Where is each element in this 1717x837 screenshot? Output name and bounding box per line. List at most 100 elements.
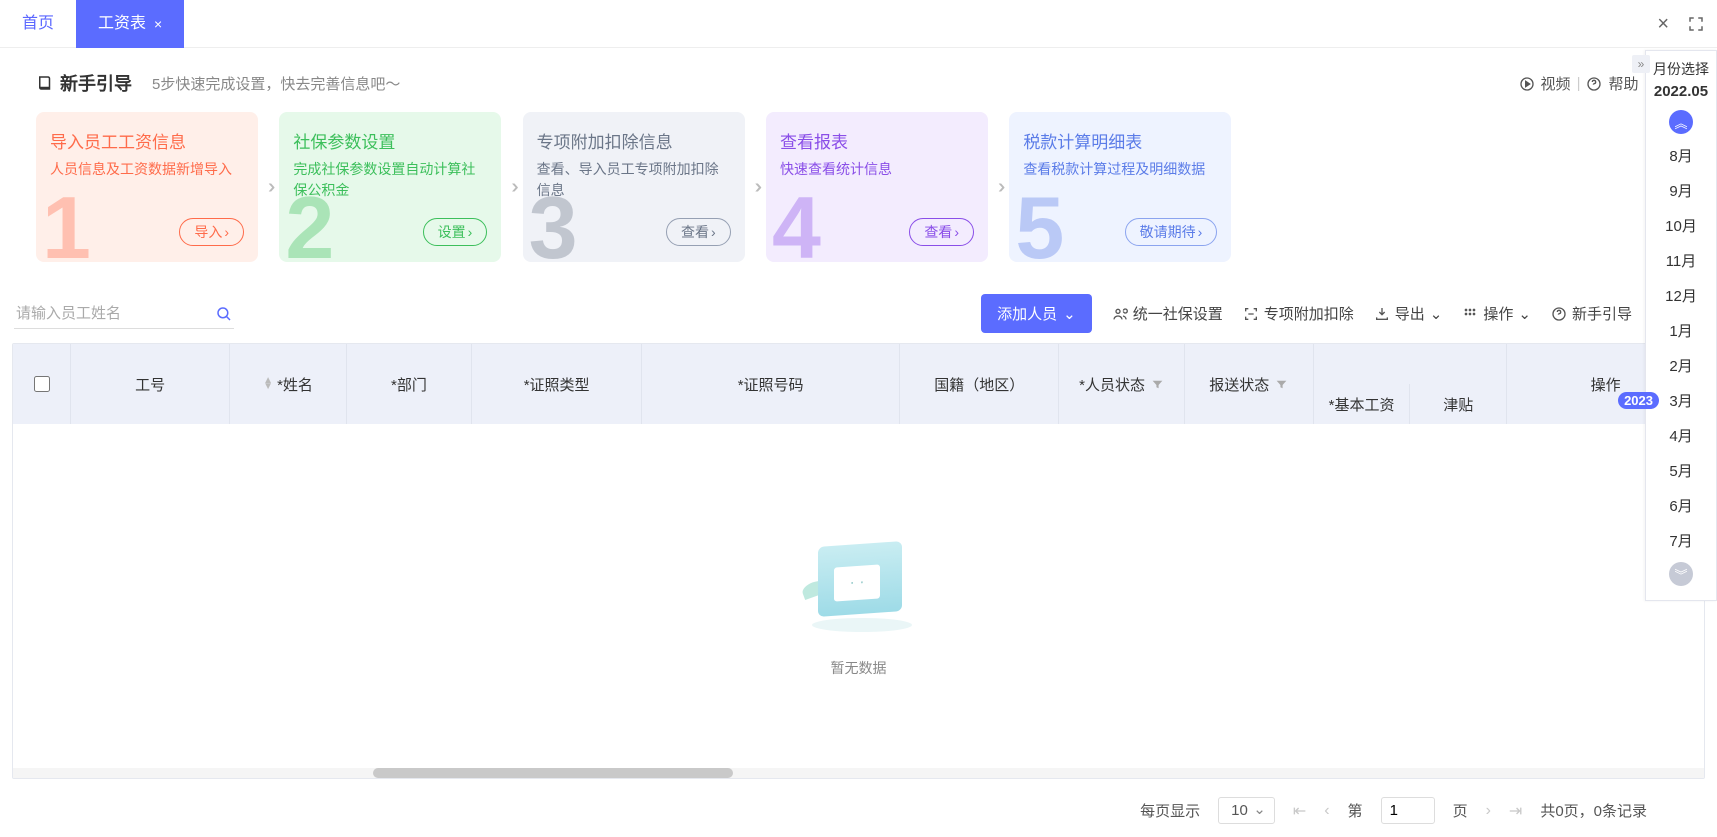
step-5: 税款计算明细表 查看税款计算过程及明细数据 敬请期待› 5	[1009, 112, 1231, 262]
chevron-right-icon: ››	[755, 176, 756, 199]
step-number: 3	[529, 184, 578, 272]
search-wrap	[14, 299, 234, 329]
col-person-status[interactable]: *人员状态	[1059, 344, 1184, 424]
step-4-button[interactable]: 查看›	[909, 218, 974, 246]
page-first-icon[interactable]: ⇤	[1293, 801, 1306, 821]
month-scroll-down-icon[interactable]: ︾	[1669, 562, 1693, 586]
empty-state: · · 暂无数据	[13, 424, 1704, 764]
month-label: 月份选择	[1646, 51, 1716, 81]
step-title: 社保参数设置	[293, 128, 487, 153]
step-number: 2	[285, 184, 334, 272]
operate-link[interactable]: 操作 ⌄	[1462, 303, 1531, 324]
col-base-salary[interactable]: *基本工资	[1314, 384, 1411, 424]
sort-icon[interactable]: ▲▼	[263, 378, 273, 390]
scrollbar-thumb[interactable]	[373, 768, 733, 778]
guide-link[interactable]: 新手引导	[1551, 303, 1632, 324]
month-item[interactable]: 8月	[1646, 138, 1716, 173]
month-panel: » 月份选择 2022.05 ︽ 8月9月10月11月12月1月2月3月4月5月…	[1645, 50, 1717, 601]
step-number: 5	[1015, 184, 1064, 272]
chevron-right-icon: ›	[1198, 224, 1203, 240]
social-settings-link[interactable]: 统一社保设置	[1112, 303, 1223, 324]
step-3: 专项附加扣除信息 查看、导入员工专项附加扣除信息 查看› 3	[523, 112, 745, 262]
close-icon[interactable]: ×	[1657, 13, 1669, 36]
export-icon	[1374, 306, 1390, 322]
month-item[interactable]: 12月	[1646, 278, 1716, 313]
step-2: 社保参数设置 完成社保参数设置自动计算社保公积金 设置› 2	[279, 112, 501, 262]
month-item[interactable]: 9月	[1646, 173, 1716, 208]
help-icon	[1551, 306, 1567, 322]
page-input[interactable]	[1381, 797, 1435, 824]
tab-salary[interactable]: 工资表 ×	[76, 0, 184, 48]
book-icon	[36, 74, 54, 92]
tab-close-icon[interactable]: ×	[154, 0, 162, 48]
step-btn-label: 导入	[194, 222, 222, 242]
separator: |	[1577, 75, 1581, 92]
page-next-icon[interactable]: ›	[1486, 802, 1491, 820]
step-3-button[interactable]: 查看›	[666, 218, 731, 246]
table-header: 工号 ▲▼ *姓名 *部门 *证照类型 *证照号码 国籍（地区） *人员状态 报送…	[13, 344, 1704, 424]
step-5-button[interactable]: 敬请期待›	[1125, 218, 1218, 246]
step-title: 税款计算明细表	[1023, 128, 1217, 153]
col-label: 报送状态	[1209, 374, 1269, 395]
month-item[interactable]: 11月	[1646, 243, 1716, 278]
step-desc: 快速查看统计信息	[780, 159, 974, 180]
chevron-right-icon: ›	[224, 224, 229, 240]
export-link[interactable]: 导出 ⌄	[1374, 303, 1443, 324]
month-item[interactable]: 6月	[1646, 488, 1716, 523]
tool-label: 专项附加扣除	[1264, 303, 1354, 324]
chevron-right-icon: ›	[711, 224, 716, 240]
step-2-button[interactable]: 设置›	[423, 218, 488, 246]
col-ctype[interactable]: *证照类型	[472, 344, 642, 424]
page-summary: 共0页，0条记录	[1540, 800, 1647, 821]
empty-image: · ·	[794, 510, 924, 640]
search-icon[interactable]	[215, 303, 233, 324]
step-1-button[interactable]: 导入›	[179, 218, 244, 246]
add-person-button[interactable]: 添加人员 ⌄	[981, 294, 1092, 333]
col-id[interactable]: 工号	[71, 344, 230, 424]
help-link[interactable]: 帮助	[1608, 73, 1638, 94]
month-item[interactable]: 2月	[1646, 348, 1716, 383]
filter-icon[interactable]	[1275, 376, 1288, 393]
page-last-icon[interactable]: ⇥	[1509, 801, 1522, 821]
col-allowance[interactable]: 津贴	[1410, 384, 1506, 424]
steps-row: 导入员工工资信息 人员信息及工资数据新增导入 导入› 1 ›› 社保参数设置 完…	[12, 108, 1705, 280]
month-item[interactable]: 7月	[1646, 523, 1716, 558]
chevron-down-icon: ⌄	[1518, 305, 1531, 323]
month-scroll-up-icon[interactable]: ︽	[1669, 110, 1693, 134]
col-label: *姓名	[277, 374, 313, 395]
step-desc: 查看税款计算过程及明细数据	[1023, 159, 1217, 180]
month-item[interactable]: 1月	[1646, 313, 1716, 348]
play-icon	[1519, 74, 1535, 91]
col-name[interactable]: ▲▼ *姓名	[230, 344, 346, 424]
step-title: 查看报表	[780, 128, 974, 153]
select-all-checkbox[interactable]	[34, 376, 50, 392]
month-item[interactable]: 4月	[1646, 418, 1716, 453]
month-year: 2022.05	[1646, 81, 1716, 106]
step-number: 1	[42, 184, 91, 272]
step-title: 导入员工工资信息	[50, 128, 244, 153]
step-btn-label: 设置	[438, 222, 466, 242]
step-btn-label: 查看	[681, 222, 709, 242]
chevron-right-icon: ›	[954, 224, 959, 240]
month-item[interactable]: 5月	[1646, 453, 1716, 488]
video-link[interactable]: 视频	[1541, 73, 1571, 94]
perpage-select[interactable]: 10	[1218, 797, 1275, 824]
col-cnum[interactable]: *证照号码	[642, 344, 900, 424]
empty-text: 暂无数据	[831, 658, 887, 678]
deduction-link[interactable]: 专项附加扣除	[1243, 303, 1354, 324]
filter-icon[interactable]	[1151, 376, 1164, 393]
col-report-status[interactable]: 报送状态	[1185, 344, 1314, 424]
scan-icon	[1243, 306, 1259, 322]
horizontal-scrollbar[interactable]	[13, 768, 1704, 778]
col-salary-group: *基本工资 津贴	[1314, 344, 1508, 424]
page-prev-icon[interactable]: ‹	[1324, 802, 1329, 820]
month-item[interactable]: 10月	[1646, 208, 1716, 243]
guide-title: 新手引导	[36, 70, 132, 96]
step-btn-label: 敬请期待	[1140, 222, 1196, 242]
search-input[interactable]	[16, 305, 215, 322]
fullscreen-icon[interactable]	[1687, 13, 1705, 36]
col-nationality[interactable]: 国籍（地区）	[900, 344, 1059, 424]
tab-home[interactable]: 首页	[0, 0, 76, 48]
col-dept[interactable]: *部门	[347, 344, 472, 424]
page-suffix: 页	[1453, 800, 1468, 821]
